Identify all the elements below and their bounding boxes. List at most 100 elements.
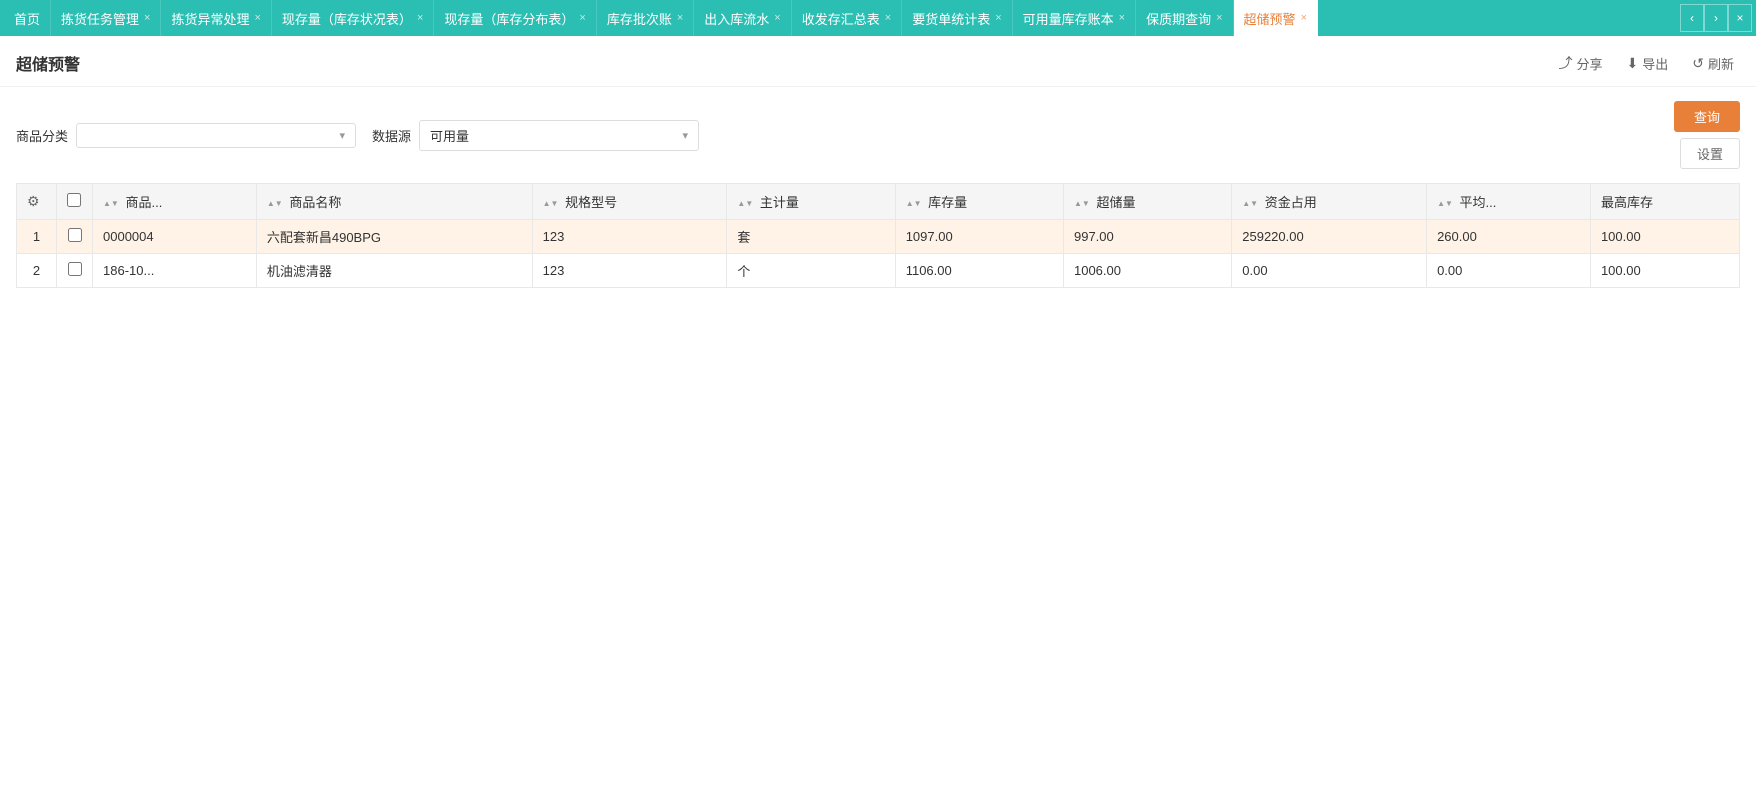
refresh-label: 刷新 bbox=[1708, 54, 1734, 73]
category-dropdown-icon: ▾ bbox=[339, 129, 345, 142]
nav-item-inventory-status[interactable]: 现存量（库存状况表） × bbox=[272, 0, 434, 36]
row-overstock-2: 1006.00 bbox=[1063, 254, 1231, 288]
nav-label-collect-summary: 收发存汇总表 bbox=[802, 9, 880, 28]
nav-item-abnormal[interactable]: 拣货异常处理 × bbox=[161, 0, 271, 36]
sort-icon-overstock: ▲▼ bbox=[1074, 200, 1090, 208]
row-overstock-1: 997.00 bbox=[1063, 220, 1231, 254]
nav-item-available-ledger[interactable]: 可用量库存账本 × bbox=[1013, 0, 1136, 36]
th-checkbox bbox=[57, 184, 93, 220]
nav-label-abnormal: 拣货异常处理 bbox=[171, 9, 249, 28]
category-select[interactable]: ▾ bbox=[76, 123, 356, 148]
category-label: 商品分类 bbox=[16, 126, 68, 145]
share-label: 分享 bbox=[1576, 54, 1602, 73]
export-label: 导出 bbox=[1642, 54, 1668, 73]
row-capital-2: 0.00 bbox=[1232, 254, 1427, 288]
th-capital[interactable]: ▲▼ 资金占用 bbox=[1232, 184, 1427, 220]
row-num-1: 1 bbox=[17, 220, 57, 254]
th-settings[interactable]: ⚙ bbox=[17, 184, 57, 220]
nav-label-overstock: 超储预警 bbox=[1244, 9, 1296, 28]
close-icon-batch[interactable]: × bbox=[677, 12, 683, 24]
th-max-stock: 最高库存 bbox=[1590, 184, 1739, 220]
row-inventory-1: 1097.00 bbox=[895, 220, 1063, 254]
nav-arrow-left[interactable]: ‹ bbox=[1680, 4, 1704, 32]
select-all-checkbox[interactable] bbox=[67, 193, 81, 207]
row-checkbox-1[interactable] bbox=[57, 220, 93, 254]
close-icon-shelf-life[interactable]: × bbox=[1216, 12, 1222, 24]
th-product-name[interactable]: ▲▼ 商品名称 bbox=[256, 184, 532, 220]
th-label-product-code: 商品... bbox=[125, 195, 162, 210]
row-spec-1: 123 bbox=[532, 220, 727, 254]
th-label-unit: 主计量 bbox=[760, 195, 799, 210]
nav-arrow-close[interactable]: × bbox=[1728, 4, 1752, 32]
setting-button[interactable]: 设置 bbox=[1680, 138, 1740, 169]
nav-item-overstock[interactable]: 超储预警 × bbox=[1234, 0, 1318, 36]
close-icon-inventory-status[interactable]: × bbox=[417, 12, 423, 24]
share-icon: ⤴ bbox=[1558, 53, 1572, 73]
nav-item-inventory-dist[interactable]: 现存量（库存分布表） × bbox=[434, 0, 596, 36]
nav-label-available-ledger: 可用量库存账本 bbox=[1023, 9, 1114, 28]
settings-gear-icon[interactable]: ⚙ bbox=[27, 193, 40, 209]
nav-item-home[interactable]: 首页 bbox=[4, 0, 51, 36]
close-icon-abnormal[interactable]: × bbox=[254, 12, 260, 24]
table-row: 1 0000004 六配套新昌490BPG 123 套 1097.00 997.… bbox=[17, 220, 1740, 254]
th-overstock[interactable]: ▲▼ 超储量 bbox=[1063, 184, 1231, 220]
th-label-capital: 资金占用 bbox=[1265, 195, 1317, 210]
close-icon-inout-flow[interactable]: × bbox=[774, 12, 780, 24]
filter-bar: 商品分类 ▾ 数据源 可用量 ▾ 查询 设置 bbox=[0, 87, 1756, 183]
nav-item-shelf-life[interactable]: 保质期查询 × bbox=[1136, 0, 1233, 36]
close-icon-inventory-dist[interactable]: × bbox=[579, 12, 585, 24]
nav-item-batch[interactable]: 库存批次账 × bbox=[597, 0, 694, 36]
sort-icon-product-code: ▲▼ bbox=[103, 200, 119, 208]
nav-label-home: 首页 bbox=[14, 9, 40, 28]
row-max-stock-1: 100.00 bbox=[1590, 220, 1739, 254]
query-button[interactable]: 查询 bbox=[1674, 101, 1740, 132]
close-icon-available-ledger[interactable]: × bbox=[1119, 12, 1125, 24]
close-icon-order-stats[interactable]: × bbox=[995, 12, 1001, 24]
th-product-code[interactable]: ▲▼ 商品... bbox=[93, 184, 257, 220]
nav-label-batch: 库存批次账 bbox=[607, 9, 672, 28]
close-icon-collect-summary[interactable]: × bbox=[885, 12, 891, 24]
th-inventory[interactable]: ▲▼ 库存量 bbox=[895, 184, 1063, 220]
nav-arrow-right[interactable]: › bbox=[1704, 4, 1728, 32]
nav-item-task-mgmt[interactable]: 拣货任务管理 × bbox=[51, 0, 161, 36]
row-select-checkbox-1[interactable] bbox=[68, 228, 82, 242]
header-actions: ⤴ 分享 ⬇ 导出 ↺ 刷新 bbox=[1552, 50, 1740, 76]
nav-item-inout-flow[interactable]: 出入库流水 × bbox=[694, 0, 791, 36]
row-select-checkbox-2[interactable] bbox=[68, 262, 82, 276]
nav-arrows: ‹ › × bbox=[1680, 4, 1752, 32]
page-title: 超储预警 bbox=[16, 51, 80, 75]
row-inventory-2: 1106.00 bbox=[895, 254, 1063, 288]
nav-label-inventory-dist: 现存量（库存分布表） bbox=[444, 9, 574, 28]
datasource-select[interactable]: 可用量 ▾ bbox=[419, 120, 699, 151]
th-spec[interactable]: ▲▼ 规格型号 bbox=[532, 184, 727, 220]
nav-label-order-stats: 要货单统计表 bbox=[912, 9, 990, 28]
filter-datasource: 数据源 可用量 ▾ bbox=[372, 120, 699, 151]
refresh-button[interactable]: ↺ 刷新 bbox=[1686, 51, 1740, 76]
close-icon-overstock[interactable]: × bbox=[1301, 12, 1307, 24]
top-nav: 首页 拣货任务管理 × 拣货异常处理 × 现存量（库存状况表） × 现存量（库存… bbox=[0, 0, 1756, 36]
nav-item-collect-summary[interactable]: 收发存汇总表 × bbox=[792, 0, 902, 36]
row-product-name-1: 六配套新昌490BPG bbox=[256, 220, 532, 254]
nav-item-order-stats[interactable]: 要货单统计表 × bbox=[902, 0, 1012, 36]
datasource-select-text: 可用量 bbox=[430, 126, 674, 145]
nav-label-shelf-life: 保质期查询 bbox=[1146, 9, 1211, 28]
export-button[interactable]: ⬇ 导出 bbox=[1621, 51, 1675, 76]
row-capital-1: 259220.00 bbox=[1232, 220, 1427, 254]
nav-label-inventory-status: 现存量（库存状况表） bbox=[282, 9, 412, 28]
th-label-spec: 规格型号 bbox=[565, 195, 617, 210]
nav-label-inout-flow: 出入库流水 bbox=[704, 9, 769, 28]
sort-icon-capital: ▲▼ bbox=[1242, 200, 1258, 208]
th-unit[interactable]: ▲▼ 主计量 bbox=[727, 184, 895, 220]
export-icon: ⬇ bbox=[1627, 55, 1639, 72]
sort-icon-inventory: ▲▼ bbox=[906, 200, 922, 208]
th-avg[interactable]: ▲▼ 平均... bbox=[1427, 184, 1591, 220]
th-label-avg: 平均... bbox=[1460, 195, 1497, 210]
share-button[interactable]: ⤴ 分享 bbox=[1552, 50, 1608, 76]
page-header: 超储预警 ⤴ 分享 ⬇ 导出 ↺ 刷新 bbox=[0, 36, 1756, 87]
row-checkbox-2[interactable] bbox=[57, 254, 93, 288]
table-header-row: ⚙ ▲▼ 商品... ▲▼ 商品名称 ▲▼ 规格型号 bbox=[17, 184, 1740, 220]
row-spec-2: 123 bbox=[532, 254, 727, 288]
page-container: 超储预警 ⤴ 分享 ⬇ 导出 ↺ 刷新 商品分类 ▾ 数据源 bbox=[0, 36, 1756, 800]
row-product-code-2: 186-10... bbox=[93, 254, 257, 288]
close-icon-task-mgmt[interactable]: × bbox=[144, 12, 150, 24]
